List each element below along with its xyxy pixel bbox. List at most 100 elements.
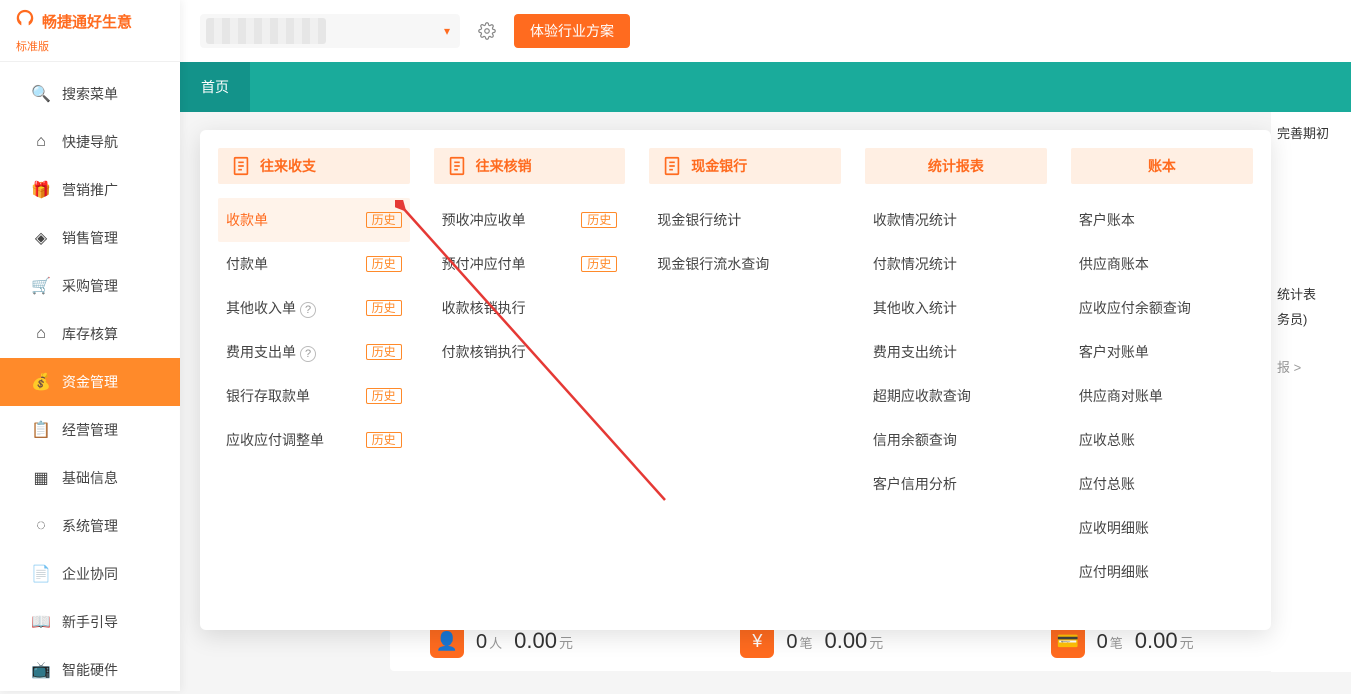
stat-value-unit: 元 bbox=[559, 635, 573, 651]
sidebar-item-label: 智能硬件 bbox=[62, 660, 118, 680]
help-icon[interactable]: ? bbox=[300, 302, 316, 318]
stat-value: 0.00 bbox=[514, 628, 557, 653]
sidebar-item-search[interactable]: 🔍搜索菜单 bbox=[0, 70, 180, 118]
menu-item-label: 其他收入统计 bbox=[873, 298, 957, 318]
search-icon: 🔍 bbox=[32, 85, 50, 103]
menu-item[interactable]: 银行存取款单 历史 bbox=[218, 374, 410, 418]
menu-item-label: 应收应付调整单 bbox=[226, 430, 324, 450]
industry-plan-button[interactable]: 体验行业方案 bbox=[514, 14, 630, 48]
column-header-verification: 往来核销 bbox=[434, 148, 626, 184]
doc-icon bbox=[661, 155, 683, 177]
menu-item[interactable]: 应收明细账 bbox=[1071, 506, 1253, 550]
column-title: 现金银行 bbox=[691, 156, 747, 176]
sidebar-item-finance[interactable]: 💰资金管理 bbox=[0, 358, 180, 406]
system-icon: ◌ bbox=[32, 517, 50, 535]
menu-item[interactable]: 收款单历史 bbox=[218, 198, 410, 242]
menu-item[interactable]: 费用支出单?历史 bbox=[218, 330, 410, 374]
gear-icon[interactable] bbox=[472, 16, 502, 46]
menu-item[interactable]: 其他收入单?历史 bbox=[218, 286, 410, 330]
sidebar-item-enterprise[interactable]: 📄企业协同 bbox=[0, 550, 180, 598]
menu-item-label: 现金银行流水查询 bbox=[657, 254, 769, 274]
sidebar-item-purchase[interactable]: 🛒采购管理 bbox=[0, 262, 180, 310]
menu-item[interactable]: 现金银行统计 bbox=[649, 198, 841, 242]
doc-icon bbox=[446, 155, 468, 177]
doc-icon bbox=[230, 155, 252, 177]
menu-item-label: 现金银行统计 bbox=[657, 210, 741, 230]
sidebar-item-label: 新手引导 bbox=[62, 612, 118, 632]
menu-column-reports: 统计报表收款情况统计付款情况统计其他收入统计费用支出统计超期应收款查询信用余额查… bbox=[859, 148, 1053, 594]
menu-item[interactable]: 客户账本 bbox=[1071, 198, 1253, 242]
business-selector[interactable]: ▾ bbox=[200, 14, 460, 48]
menu-item[interactable]: 应付明细账 bbox=[1071, 550, 1253, 594]
menu-item-label: 预付冲应付单 bbox=[442, 254, 526, 274]
nav: 🔍搜索菜单⌂快捷导航🎁营销推广◈销售管理🛒采购管理⌂库存核算💰资金管理📋经营管理… bbox=[0, 62, 180, 694]
menu-item[interactable]: 信用余额查询 bbox=[865, 418, 1047, 462]
guide-icon: 📖 bbox=[32, 613, 50, 631]
history-tag[interactable]: 历史 bbox=[581, 212, 617, 228]
marketing-icon: 🎁 bbox=[32, 181, 50, 199]
history-tag[interactable]: 历史 bbox=[366, 432, 402, 448]
menu-item[interactable]: 超期应收款查询 bbox=[865, 374, 1047, 418]
chevron-down-icon: ▾ bbox=[444, 24, 450, 38]
menu-item[interactable]: 付款核销执行 bbox=[434, 330, 626, 374]
menu-item-label: 客户对账单 bbox=[1079, 342, 1149, 362]
sidebar-item-sales[interactable]: ◈销售管理 bbox=[0, 214, 180, 262]
sidebar-item-guide[interactable]: 📖 新手引导 bbox=[0, 598, 180, 646]
menu-item[interactable]: 预收冲应收单 历史 bbox=[434, 198, 626, 242]
sidebar: 畅捷通好生意 标准版 🔍搜索菜单⌂快捷导航🎁营销推广◈销售管理🛒采购管理⌂库存核… bbox=[0, 0, 180, 691]
tab-home[interactable]: 首页 bbox=[180, 62, 250, 112]
menu-column-cashbank: 现金银行现金银行统计现金银行流水查询 bbox=[643, 148, 847, 594]
stat-count-unit: 笔 bbox=[1110, 636, 1123, 651]
menu-item[interactable]: 付款单历史 bbox=[218, 242, 410, 286]
menu-item[interactable]: 客户对账单 bbox=[1071, 330, 1253, 374]
menu-item[interactable]: 收款核销执行 bbox=[434, 286, 626, 330]
sidebar-item-operation[interactable]: 📋经营管理 bbox=[0, 406, 180, 454]
menu-item[interactable]: 其他收入统计 bbox=[865, 286, 1047, 330]
menu-item-label: 客户信用分析 bbox=[873, 474, 957, 494]
menu-item[interactable]: 应收总账 bbox=[1071, 418, 1253, 462]
basic-icon: ▦ bbox=[32, 469, 50, 487]
menu-item-label: 银行存取款单 bbox=[226, 386, 310, 406]
business-name-mask bbox=[206, 18, 326, 44]
history-tag[interactable]: 历史 bbox=[366, 212, 402, 228]
menu-item[interactable]: 应收应付余额查询 bbox=[1071, 286, 1253, 330]
menu-item[interactable]: 现金银行流水查询 bbox=[649, 242, 841, 286]
menu-item-label: 客户账本 bbox=[1079, 210, 1135, 230]
menu-item[interactable]: 预付冲应付单 历史 bbox=[434, 242, 626, 286]
menu-item[interactable]: 收款情况统计 bbox=[865, 198, 1047, 242]
tabbar: 首页 bbox=[180, 62, 1351, 112]
sidebar-item-system[interactable]: ◌系统管理 bbox=[0, 502, 180, 550]
logo-area: 畅捷通好生意 标准版 bbox=[0, 0, 180, 62]
help-icon[interactable]: ? bbox=[300, 346, 316, 362]
menu-item[interactable]: 客户信用分析 bbox=[865, 462, 1047, 506]
menu-item[interactable]: 付款情况统计 bbox=[865, 242, 1047, 286]
sidebar-item-hardware[interactable]: 📺智能硬件 bbox=[0, 646, 180, 694]
history-tag[interactable]: 历史 bbox=[366, 344, 402, 360]
quicknav-icon: ⌂ bbox=[32, 133, 50, 151]
sidebar-item-label: 库存核算 bbox=[62, 324, 118, 344]
sidebar-item-label: 销售管理 bbox=[62, 228, 118, 248]
sidebar-item-label: 营销推广 bbox=[62, 180, 118, 200]
menu-item[interactable]: 供应商账本 bbox=[1071, 242, 1253, 286]
history-tag[interactable]: 历史 bbox=[366, 300, 402, 316]
history-tag[interactable]: 历史 bbox=[581, 256, 617, 272]
menu-item[interactable]: 费用支出统计 bbox=[865, 330, 1047, 374]
menu-item-label: 预收冲应收单 bbox=[442, 210, 526, 230]
sidebar-item-label: 经营管理 bbox=[62, 420, 118, 440]
menu-item-label: 费用支出统计 bbox=[873, 342, 957, 362]
menu-item[interactable]: 供应商对账单 bbox=[1071, 374, 1253, 418]
menu-item-label: 超期应收款查询 bbox=[873, 386, 971, 406]
menu-item-label: 应收明细账 bbox=[1079, 518, 1149, 538]
column-title: 账本 bbox=[1148, 156, 1176, 176]
hint-text-4[interactable]: 报 > bbox=[1277, 358, 1345, 379]
menu-item[interactable]: 应付总账 bbox=[1071, 462, 1253, 506]
sidebar-item-inventory[interactable]: ⌂库存核算 bbox=[0, 310, 180, 358]
menu-column-payment: 往来收支收款单历史付款单历史其他收入单?历史费用支出单?历史银行存取款单历史应收… bbox=[212, 148, 416, 594]
column-header-ledger: 账本 bbox=[1071, 148, 1253, 184]
menu-item[interactable]: 应收应付调整单 历史 bbox=[218, 418, 410, 462]
sidebar-item-basic[interactable]: ▦基础信息 bbox=[0, 454, 180, 502]
sidebar-item-quicknav[interactable]: ⌂快捷导航 bbox=[0, 118, 180, 166]
history-tag[interactable]: 历史 bbox=[366, 256, 402, 272]
history-tag[interactable]: 历史 bbox=[366, 388, 402, 404]
sidebar-item-marketing[interactable]: 🎁 营销推广 bbox=[0, 166, 180, 214]
